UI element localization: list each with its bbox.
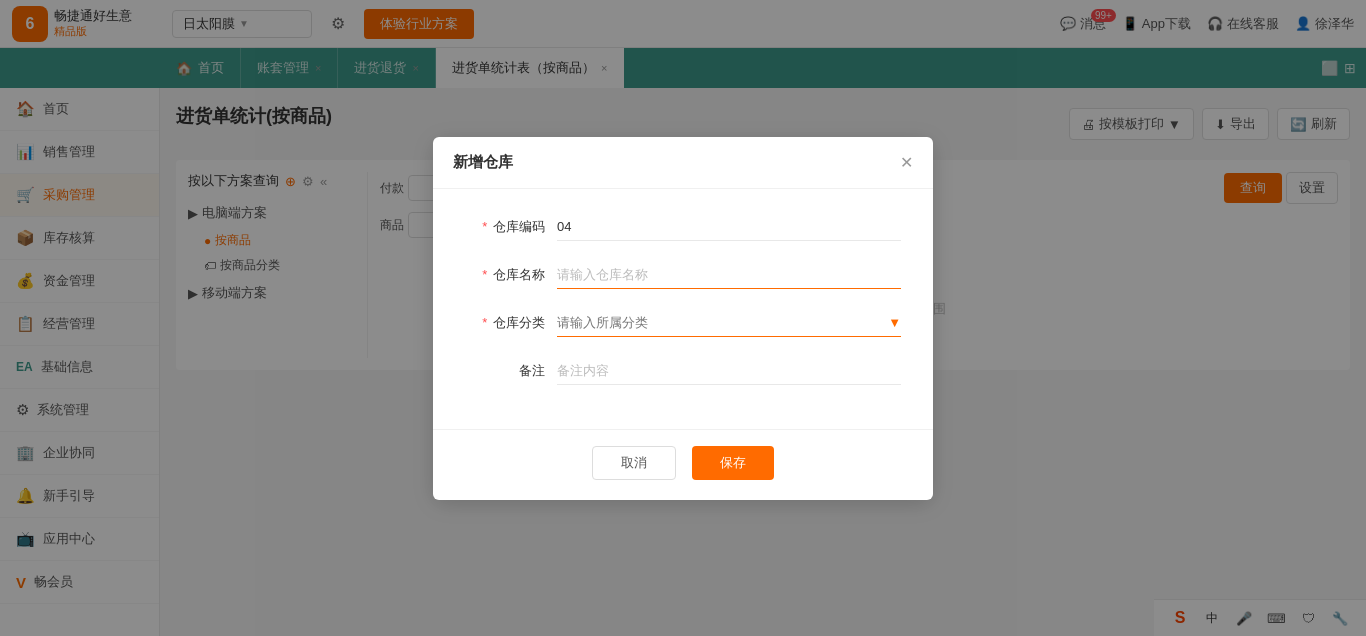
- warehouse-category-row: * 仓库分类 ▼: [465, 309, 901, 337]
- warehouse-category-input[interactable]: [557, 315, 888, 330]
- modal-close-button[interactable]: ✕: [900, 153, 913, 172]
- modal-header: 新增仓库 ✕: [433, 137, 933, 189]
- warehouse-code-label: * 仓库编码: [465, 218, 545, 236]
- add-warehouse-modal: 新增仓库 ✕ * 仓库编码 * 仓库名称: [433, 137, 933, 500]
- warehouse-code-input[interactable]: [557, 213, 901, 241]
- warehouse-name-input[interactable]: [557, 261, 901, 289]
- warehouse-code-row: * 仓库编码: [465, 213, 901, 241]
- category-dropdown-icon[interactable]: ▼: [888, 315, 901, 330]
- required-star-2: *: [482, 267, 487, 282]
- required-star-1: *: [482, 219, 487, 234]
- warehouse-remark-label: 备注: [465, 362, 545, 380]
- modal-title: 新增仓库: [453, 153, 513, 172]
- required-star-3: *: [482, 315, 487, 330]
- cancel-button[interactable]: 取消: [592, 446, 676, 480]
- save-button[interactable]: 保存: [692, 446, 774, 480]
- modal-footer: 取消 保存: [433, 429, 933, 500]
- warehouse-remark-input[interactable]: [557, 357, 901, 385]
- warehouse-remark-row: 备注: [465, 357, 901, 385]
- warehouse-name-label: * 仓库名称: [465, 266, 545, 284]
- modal-body: * 仓库编码 * 仓库名称 * 仓库分类: [433, 189, 933, 429]
- warehouse-category-wrapper: ▼: [557, 309, 901, 337]
- warehouse-category-label: * 仓库分类: [465, 314, 545, 332]
- warehouse-name-row: * 仓库名称: [465, 261, 901, 289]
- modal-overlay: 新增仓库 ✕ * 仓库编码 * 仓库名称: [0, 0, 1366, 636]
